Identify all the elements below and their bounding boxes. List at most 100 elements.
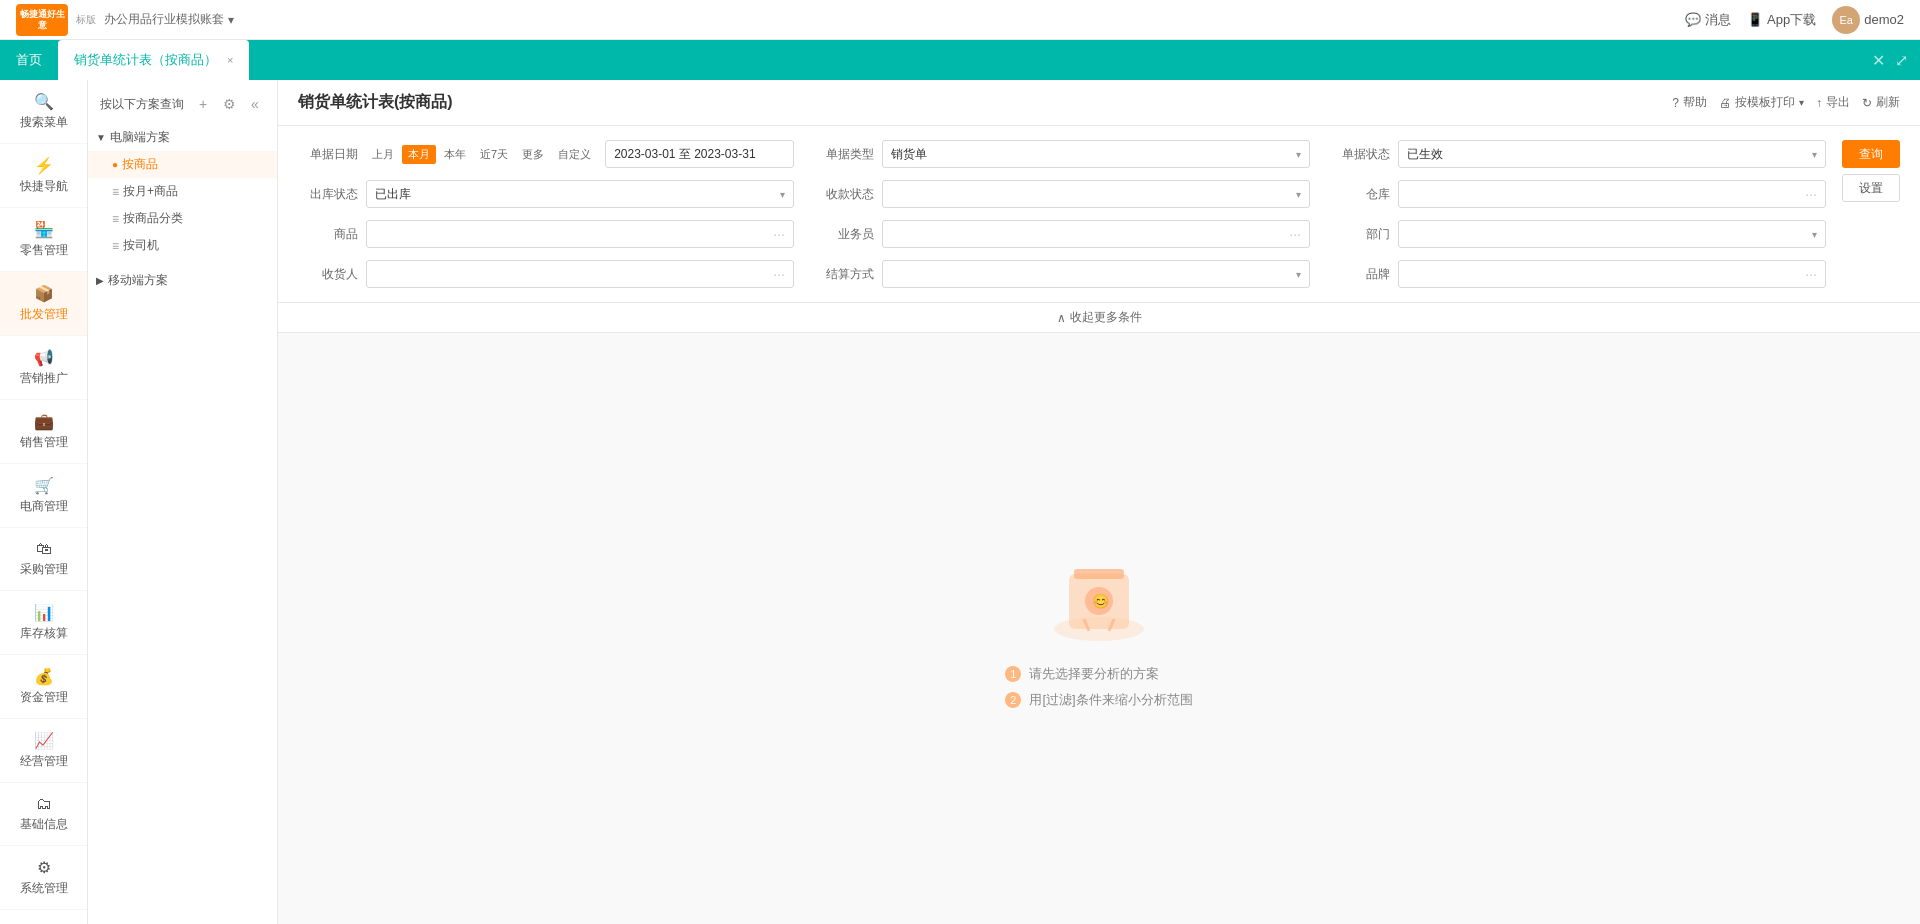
- date-tab-last-month[interactable]: 上月: [366, 145, 400, 164]
- date-tab-custom[interactable]: 自定义: [552, 145, 597, 164]
- sidebar-item-wholesale[interactable]: 📦 批发管理: [0, 272, 87, 336]
- out-status-input[interactable]: 已出库 ▾: [366, 180, 794, 208]
- filter-section: 单据日期 上月 本月 本年 近7天 更多 自定义: [298, 140, 1900, 288]
- sales-icon: 💼: [0, 412, 87, 431]
- print-btn[interactable]: 🖨 按模板打印 ▾: [1719, 94, 1804, 111]
- tab-close-icon[interactable]: ×: [227, 54, 233, 66]
- settlement-input[interactable]: ▾: [882, 260, 1310, 288]
- settings-button[interactable]: 设置: [1842, 174, 1900, 202]
- tab-sales-stats[interactable]: 销货单统计表（按商品） ×: [58, 40, 249, 80]
- filter-row-1: 单据日期 上月 本月 本年 近7天 更多 自定义: [298, 140, 1826, 168]
- tip-num-1: 1: [1005, 666, 1021, 682]
- collapse-row[interactable]: ∧ 收起更多条件: [278, 303, 1920, 333]
- date-tab-this-month[interactable]: 本月: [402, 145, 436, 164]
- sidebar-item-purchase[interactable]: 🛍 采购管理: [0, 528, 87, 591]
- tree-item-by-clerk[interactable]: ≡ 按司机: [88, 232, 277, 259]
- sidebar-item-search-menu[interactable]: 🔍 搜索菜单: [0, 80, 87, 144]
- filter-row-2: 出库状态 已出库 ▾ 收款状态 ▾: [298, 180, 1826, 208]
- menu-icon-3: ≡: [112, 239, 119, 253]
- tree-group-pc[interactable]: ▼ 电脑端方案: [88, 124, 277, 151]
- sidebar-item-ecommerce[interactable]: 🛒 电商管理: [0, 464, 87, 528]
- filter-col-date: 单据日期 上月 本月 本年 近7天 更多 自定义: [298, 140, 794, 168]
- tree-item-by-month-product[interactable]: ≡ 按月+商品: [88, 178, 277, 205]
- sidebar-item-inventory[interactable]: 📊 库存核算: [0, 591, 87, 655]
- ecommerce-icon: 🛒: [0, 476, 87, 495]
- tree-item-by-product-category[interactable]: ≡ 按商品分类: [88, 205, 277, 232]
- brand-input[interactable]: ···: [1398, 260, 1826, 288]
- help-icon: ?: [1672, 96, 1679, 110]
- tree-group-mobile[interactable]: ▶ 移动端方案: [88, 267, 277, 294]
- sidebar-item-quick-nav[interactable]: ⚡ 快捷导航: [0, 144, 87, 208]
- warehouse-dots-icon: ···: [1805, 186, 1817, 202]
- date-tab-more[interactable]: 更多: [516, 145, 550, 164]
- warehouse-input[interactable]: ···: [1398, 180, 1826, 208]
- empty-tip-2: 2 用[过滤]条件来缩小分析范围: [1005, 691, 1192, 709]
- receipt-status-dropdown-icon: ▾: [1296, 189, 1301, 200]
- filter-col-product: 商品 ···: [298, 220, 794, 248]
- sidebar-item-company[interactable]: 🤝 企业协同: [0, 910, 87, 924]
- marketing-icon: 📢: [0, 348, 87, 367]
- filter-col-settlement: 结算方式 ▾: [814, 260, 1310, 288]
- doc-status-dropdown-icon: ▾: [1812, 149, 1817, 160]
- consignee-label: 收货人: [298, 266, 366, 283]
- sidebar-item-sales[interactable]: 💼 销售管理: [0, 400, 87, 464]
- tree-expand-icon-mobile: ▶: [96, 275, 104, 286]
- date-group: 上月 本月 本年 近7天 更多 自定义 2023-03-01 至 2023-03…: [366, 140, 794, 168]
- sidebar-item-marketing[interactable]: 📢 营销推广: [0, 336, 87, 400]
- export-icon: ↑: [1816, 96, 1822, 110]
- tab-home[interactable]: 首页: [0, 40, 58, 80]
- scheme-settings-btn[interactable]: ⚙: [219, 94, 239, 114]
- consignee-input[interactable]: ···: [366, 260, 794, 288]
- refresh-icon: ↻: [1862, 96, 1872, 110]
- add-scheme-btn[interactable]: +: [193, 94, 213, 114]
- filter-col-warehouse: 仓库 ···: [1330, 180, 1826, 208]
- message-btn[interactable]: 💬 消息: [1685, 11, 1731, 29]
- dept-input[interactable]: ▾: [1398, 220, 1826, 248]
- user-menu[interactable]: Ea demo2: [1832, 6, 1904, 34]
- app-logo: 畅捷通好生意: [16, 4, 68, 36]
- brand-dots-icon: ···: [1805, 266, 1817, 282]
- sidebar-item-basic[interactable]: 🗂 基础信息: [0, 783, 87, 846]
- product-input[interactable]: ···: [366, 220, 794, 248]
- query-button[interactable]: 查询: [1842, 140, 1900, 168]
- tip-num-2: 2: [1005, 692, 1021, 708]
- collapse-panel-btn[interactable]: «: [245, 94, 265, 114]
- active-dot-icon: ●: [112, 159, 118, 170]
- wholesale-icon: 📦: [0, 284, 87, 303]
- right-panel: 销货单统计表(按商品) ? 帮助 🖨 按模板打印 ▾ ↑ 导出: [278, 80, 1920, 924]
- date-tabs: 上月 本月 本年 近7天 更多 自定义: [366, 145, 597, 164]
- doc-status-input[interactable]: 已生效 ▾: [1398, 140, 1826, 168]
- close-window-icon[interactable]: ✕: [1872, 51, 1885, 70]
- operation-icon: 📈: [0, 731, 87, 750]
- receipt-status-input[interactable]: ▾: [882, 180, 1310, 208]
- maximize-icon[interactable]: ⤢: [1895, 51, 1908, 70]
- inventory-icon: 📊: [0, 603, 87, 622]
- filter-col-receipt-status: 收款状态 ▾: [814, 180, 1310, 208]
- salesperson-input[interactable]: ···: [882, 220, 1310, 248]
- sidebar-item-retail[interactable]: 🏪 零售管理: [0, 208, 87, 272]
- left-panel-icons: + ⚙ «: [193, 94, 265, 114]
- date-tab-this-year[interactable]: 本年: [438, 145, 472, 164]
- date-range-input[interactable]: 2023-03-01 至 2023-03-31: [605, 140, 794, 168]
- tree-section-pc: ▼ 电脑端方案 ● 按商品 ≡ 按月+商品 ≡ 按商品分类 ≡ 按司机: [88, 120, 277, 263]
- app-download-btn[interactable]: 📱 App下载: [1747, 11, 1816, 29]
- sidebar-item-finance[interactable]: 💰 资金管理: [0, 655, 87, 719]
- filter-col-out-status: 出库状态 已出库 ▾: [298, 180, 794, 208]
- content-area: 按以下方案查询 + ⚙ « ▼ 电脑端方案 ● 按商品 ≡ 按月: [88, 80, 1920, 924]
- sidebar-item-operation[interactable]: 📈 经营管理: [0, 719, 87, 783]
- product-label: 商品: [298, 226, 366, 243]
- dept-label: 部门: [1330, 226, 1398, 243]
- refresh-btn[interactable]: ↻ 刷新: [1862, 94, 1900, 111]
- doc-type-input[interactable]: 销货单 ▾: [882, 140, 1310, 168]
- collapse-up-icon: ∧: [1057, 311, 1066, 325]
- warehouse-label: 仓库: [1330, 186, 1398, 203]
- date-tab-last7[interactable]: 近7天: [474, 145, 514, 164]
- sidebar-item-system[interactable]: ⚙ 系统管理: [0, 846, 87, 910]
- export-btn[interactable]: ↑ 导出: [1816, 94, 1850, 111]
- settlement-dropdown-icon: ▾: [1296, 269, 1301, 280]
- tree-item-by-product[interactable]: ● 按商品: [88, 151, 277, 178]
- help-btn[interactable]: ? 帮助: [1672, 94, 1707, 111]
- avatar: Ea: [1832, 6, 1860, 34]
- purchase-icon: 🛍: [0, 540, 87, 558]
- workspace-selector[interactable]: 办公用品行业模拟账套 ▾: [104, 11, 234, 28]
